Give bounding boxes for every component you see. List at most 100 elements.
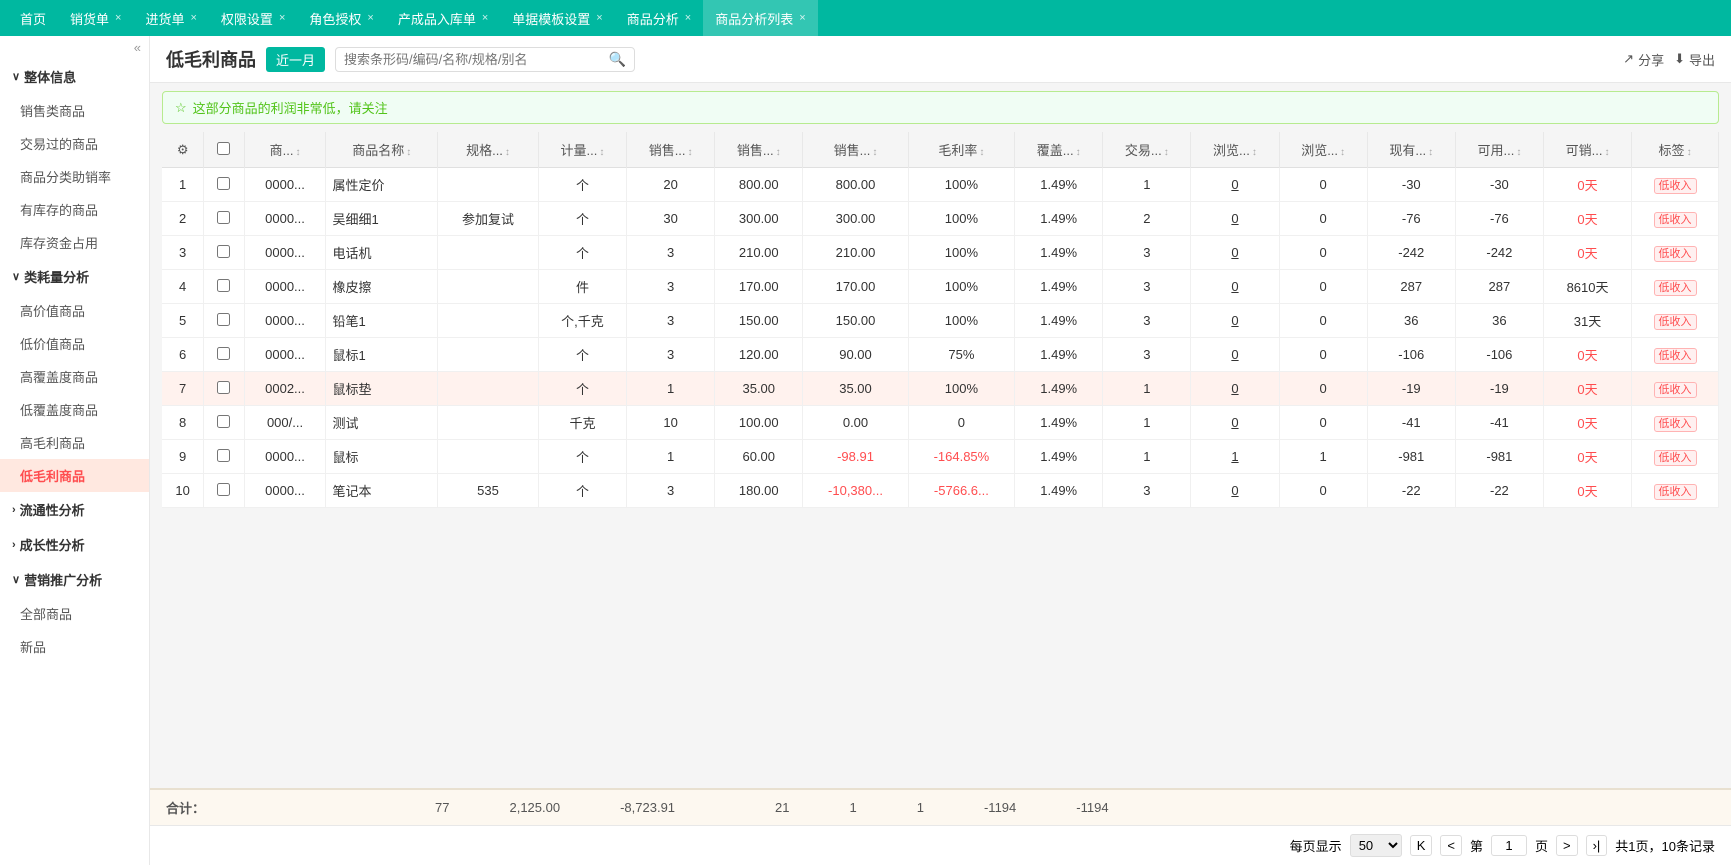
col-sale-amount[interactable]: 销售...↕: [803, 132, 908, 168]
row-checkbox[interactable]: [217, 449, 230, 462]
col-unit[interactable]: 计量...↕: [538, 132, 626, 168]
col-settings[interactable]: ⚙: [162, 132, 204, 168]
nav-product-warehouse[interactable]: 产成品入库单 ×: [386, 0, 500, 36]
sidebar-item-low-value[interactable]: 低价值商品: [0, 327, 149, 360]
sidebar-item-category-rate[interactable]: 商品分类助销率: [0, 160, 149, 193]
sidebar-item-new-goods[interactable]: 新品: [0, 630, 149, 663]
row-checkbox[interactable]: [217, 483, 230, 496]
sidebar-item-stock-fund[interactable]: 库存资金占用: [0, 226, 149, 259]
close-template-settings-icon[interactable]: ×: [596, 12, 602, 24]
sidebar-item-low-coverage[interactable]: 低覆盖度商品: [0, 393, 149, 426]
close-goods-analysis-list-icon[interactable]: ×: [799, 12, 805, 24]
row-checkbox[interactable]: [217, 415, 230, 428]
next-page-button[interactable]: >: [1556, 835, 1578, 856]
sidebar-item-in-stock-goods[interactable]: 有库存的商品: [0, 193, 149, 226]
sidebar-item-high-value[interactable]: 高价值商品: [0, 294, 149, 327]
main-layout: « ∨ 整体信息 销售类商品 交易过的商品 商品分类助销率 有库存的商品 库存资…: [0, 36, 1731, 865]
col-sale-qty[interactable]: 销售...↕: [627, 132, 715, 168]
row-browse1[interactable]: 1: [1191, 440, 1279, 474]
nav-permissions[interactable]: 权限设置 ×: [209, 0, 297, 36]
row-checkbox[interactable]: [217, 313, 230, 326]
sidebar-collapse-button[interactable]: «: [0, 36, 149, 59]
col-tag[interactable]: 标签↕: [1632, 132, 1719, 168]
last-page-button[interactable]: ›|: [1586, 835, 1608, 856]
export-button[interactable]: ⬇ 导出: [1674, 50, 1715, 69]
row-checkbox[interactable]: [217, 347, 230, 360]
sidebar-group-consumption[interactable]: ∨ 类耗量分析: [0, 259, 149, 294]
close-role-auth-icon[interactable]: ×: [367, 12, 373, 24]
first-page-button[interactable]: K: [1410, 835, 1433, 856]
close-purchase-order-icon[interactable]: ×: [190, 12, 196, 24]
nav-template-settings[interactable]: 单据模板设置 ×: [500, 0, 614, 36]
row-name[interactable]: 铅笔1: [326, 304, 438, 338]
row-browse1[interactable]: 0: [1191, 202, 1279, 236]
sidebar-item-high-coverage[interactable]: 高覆盖度商品: [0, 360, 149, 393]
close-permissions-icon[interactable]: ×: [279, 12, 285, 24]
period-button[interactable]: 近一月: [266, 47, 325, 72]
row-name[interactable]: 吴细细1: [326, 202, 438, 236]
nav-purchase-order[interactable]: 进货单 ×: [133, 0, 208, 36]
page-number-input[interactable]: [1491, 835, 1527, 856]
close-goods-analysis-icon[interactable]: ×: [685, 12, 691, 24]
row-name[interactable]: 鼠标: [326, 440, 438, 474]
col-coverage[interactable]: 覆盖...↕: [1015, 132, 1103, 168]
row-saleable: 0天: [1543, 372, 1631, 406]
sidebar-group-liquidity[interactable]: › 流通性分析: [0, 492, 149, 527]
row-browse1[interactable]: 0: [1191, 236, 1279, 270]
nav-goods-analysis-list[interactable]: 商品分析列表 ×: [703, 0, 817, 36]
prev-page-button[interactable]: <: [1440, 835, 1462, 856]
nav-home[interactable]: 首页: [8, 0, 58, 36]
row-name[interactable]: 属性定价: [326, 168, 438, 202]
row-browse1[interactable]: 0: [1191, 304, 1279, 338]
row-name[interactable]: 电话机: [326, 236, 438, 270]
sidebar-group-growth[interactable]: › 成长性分析: [0, 527, 149, 562]
row-browse1[interactable]: 0: [1191, 406, 1279, 440]
select-all-checkbox[interactable]: [217, 142, 230, 155]
col-spec[interactable]: 规格...↕: [438, 132, 539, 168]
col-gross-margin[interactable]: 毛利率↕: [908, 132, 1014, 168]
sidebar-group-marketing[interactable]: ∨ 营销推广分析: [0, 562, 149, 597]
search-input[interactable]: [344, 52, 609, 67]
row-name[interactable]: 鼠标垫: [326, 372, 438, 406]
sidebar-item-all-goods[interactable]: 全部商品: [0, 597, 149, 630]
row-checkbox[interactable]: [217, 211, 230, 224]
row-browse1[interactable]: 0: [1191, 474, 1279, 508]
row-browse1[interactable]: 0: [1191, 270, 1279, 304]
row-checkbox[interactable]: [217, 279, 230, 292]
row-browse1[interactable]: 0: [1191, 168, 1279, 202]
sidebar-item-traded-goods[interactable]: 交易过的商品: [0, 127, 149, 160]
sidebar-item-high-margin[interactable]: 高毛利商品: [0, 426, 149, 459]
sidebar-group-overall[interactable]: ∨ 整体信息: [0, 59, 149, 94]
col-saleable[interactable]: 可销...↕: [1543, 132, 1631, 168]
row-checkbox[interactable]: [217, 245, 230, 258]
search-icon[interactable]: 🔍: [609, 51, 626, 68]
close-product-warehouse-icon[interactable]: ×: [482, 12, 488, 24]
row-saleable: 0天: [1543, 338, 1631, 372]
row-name[interactable]: 橡皮擦: [326, 270, 438, 304]
per-page-select[interactable]: 50 100 200: [1350, 834, 1402, 857]
row-browse1[interactable]: 0: [1191, 338, 1279, 372]
nav-goods-analysis[interactable]: 商品分析 ×: [615, 0, 703, 36]
col-browse1[interactable]: 浏览...↕: [1191, 132, 1279, 168]
liquidity-expand-icon: ›: [12, 504, 16, 516]
sidebar-item-low-margin[interactable]: 低毛利商品: [0, 459, 149, 492]
col-current-stock[interactable]: 现有...↕: [1367, 132, 1455, 168]
nav-role-auth[interactable]: 角色授权 ×: [297, 0, 385, 36]
row-name[interactable]: 测试: [326, 406, 438, 440]
col-name[interactable]: 商品名称↕: [326, 132, 438, 168]
row-browse1[interactable]: 0: [1191, 372, 1279, 406]
row-checkbox[interactable]: [217, 177, 230, 190]
col-code[interactable]: 商...↕: [244, 132, 326, 168]
col-trade-count[interactable]: 交易...↕: [1103, 132, 1191, 168]
col-available[interactable]: 可用...↕: [1455, 132, 1543, 168]
row-trade-count: 3: [1103, 270, 1191, 304]
row-checkbox[interactable]: [217, 381, 230, 394]
row-name[interactable]: 鼠标1: [326, 338, 438, 372]
sidebar-item-sales-goods[interactable]: 销售类商品: [0, 94, 149, 127]
nav-sales-order[interactable]: 销货单 ×: [58, 0, 133, 36]
col-sale-price[interactable]: 销售...↕: [715, 132, 803, 168]
close-sales-order-icon[interactable]: ×: [115, 12, 121, 24]
row-name[interactable]: 笔记本: [326, 474, 438, 508]
col-browse2[interactable]: 浏览...↕: [1279, 132, 1367, 168]
share-button[interactable]: ↗ 分享: [1623, 50, 1664, 69]
